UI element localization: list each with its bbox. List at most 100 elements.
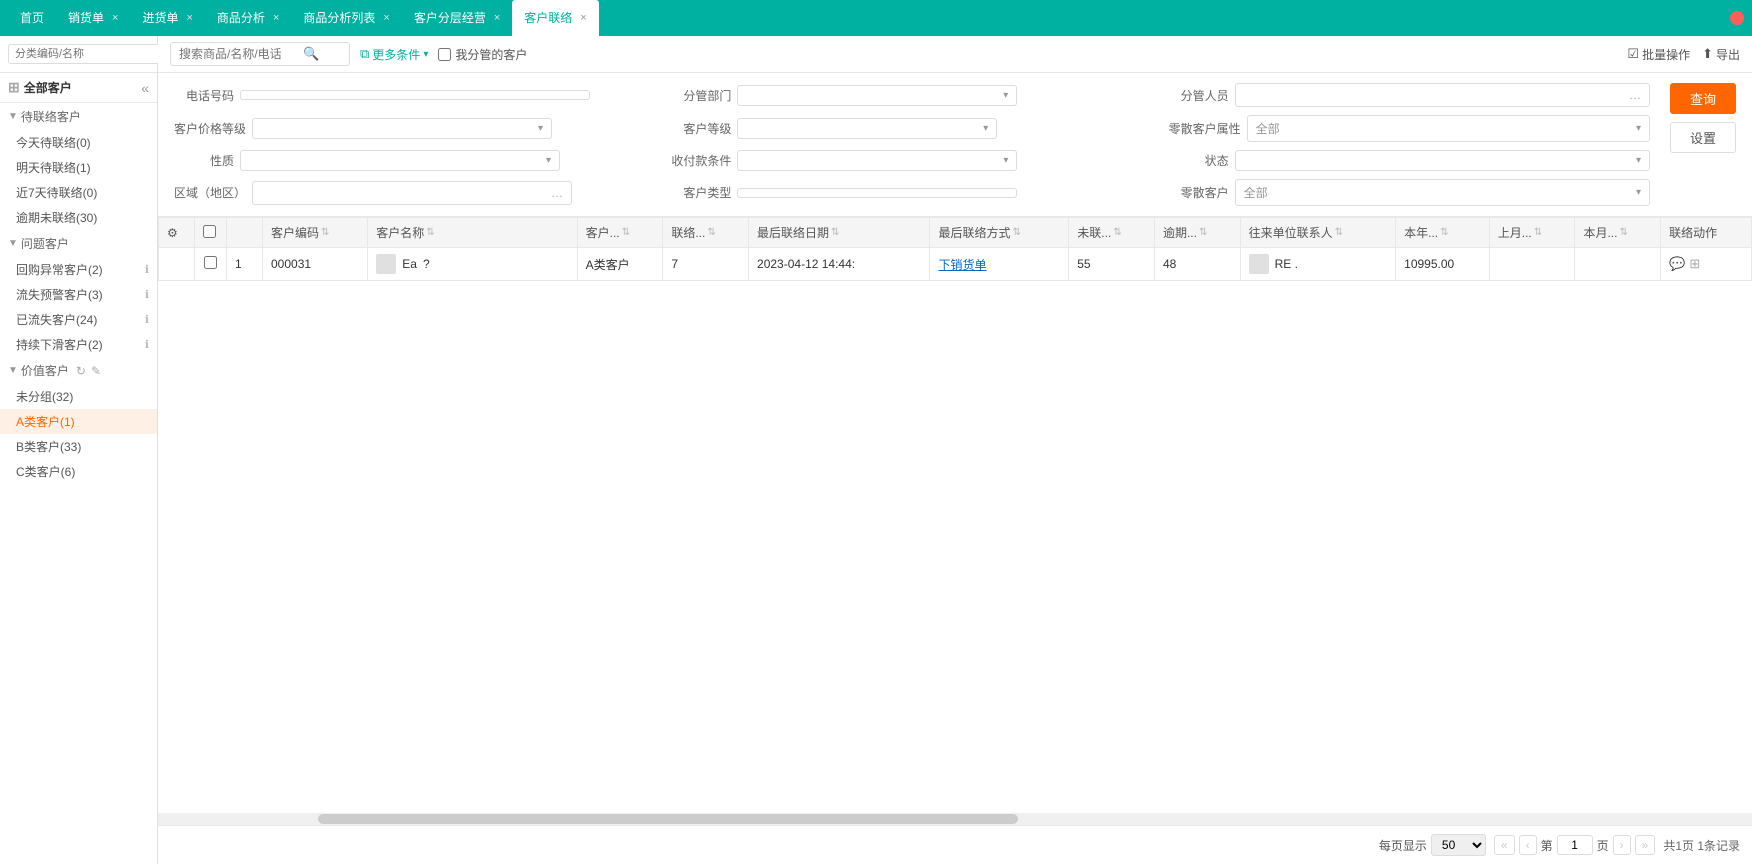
first-page-btn[interactable]: «: [1494, 835, 1515, 855]
page-size-select[interactable]: 10 20 50 100: [1431, 834, 1486, 856]
qr-action-icon[interactable]: ⊞: [1689, 256, 1700, 272]
filter-payment-select[interactable]: ▾: [737, 150, 1017, 171]
table-header-row: ⚙ 客户编码 ⇅: [159, 218, 1752, 248]
sidebar-item-c-class[interactable]: C类客户(6): [0, 459, 157, 484]
td-overdue: 48: [1154, 248, 1240, 281]
next-page-btn[interactable]: ›: [1613, 835, 1631, 855]
filter-status-select[interactable]: ▾: [1235, 150, 1650, 171]
my-customers-checkbox-container[interactable]: 我分管的客户: [438, 46, 527, 63]
sidebar-item-b-class[interactable]: B类客户(33): [0, 434, 157, 459]
select-all-checkbox[interactable]: [203, 225, 216, 238]
sidebar-item-today[interactable]: 今天待联络(0): [0, 130, 157, 155]
th-contact[interactable]: 联络... ⇅: [663, 218, 749, 248]
nav-analysis-close[interactable]: ×: [273, 0, 279, 36]
td-last-contact-method[interactable]: 下销货单: [930, 248, 1069, 281]
nav-purchase-close[interactable]: ×: [186, 0, 192, 36]
status-chevron-icon: ▾: [1636, 155, 1641, 166]
filter-manager-select[interactable]: …: [1235, 83, 1650, 107]
table-scrollbar[interactable]: [158, 813, 1752, 825]
refresh-icon[interactable]: ↻: [76, 364, 86, 378]
prev-page-btn[interactable]: ‹: [1519, 835, 1537, 855]
th-no-contact[interactable]: 未联... ⇅: [1069, 218, 1155, 248]
th-last-contact-date[interactable]: 最后联络日期 ⇅: [749, 218, 930, 248]
th-check[interactable]: [195, 218, 227, 248]
my-customers-checkbox[interactable]: [438, 48, 451, 61]
filter-retail-attr-select[interactable]: 全部 ▾: [1247, 115, 1650, 142]
nav-analysis-list[interactable]: 商品分析列表 ×: [291, 0, 401, 36]
sort-icon-visits: ⇅: [1335, 227, 1343, 238]
filter-price-level-select[interactable]: ▾: [252, 118, 552, 139]
main-search-input[interactable]: [179, 47, 299, 61]
filter-region-select[interactable]: …: [252, 181, 572, 205]
sidebar-item-repurchase-abnormal[interactable]: 回购异常客户(2) ℹ: [0, 257, 157, 282]
th-visits[interactable]: 往来单位联系人 ⇅: [1240, 218, 1396, 248]
sidebar-section-pending-title[interactable]: ▼ 待联络客户: [0, 103, 157, 130]
nav-analysis[interactable]: 商品分析 ×: [205, 0, 291, 36]
filter-retail-customer-select[interactable]: 全部 ▾: [1235, 179, 1650, 206]
nature-chevron-icon: ▾: [546, 155, 551, 166]
nav-customer-contact[interactable]: 客户联络 ×: [512, 0, 598, 36]
total-label: 共1页 1条记录: [1663, 837, 1740, 854]
th-name[interactable]: 客户名称 ⇅: [368, 218, 577, 248]
window-close-btn[interactable]: [1730, 11, 1744, 25]
nav-customer-segment-close[interactable]: ×: [494, 0, 500, 36]
sidebar-item-tomorrow[interactable]: 明天待联络(1): [0, 155, 157, 180]
contact-method-link[interactable]: 下销货单: [938, 258, 986, 272]
triangle-icon-3: ▼: [8, 365, 18, 376]
th-this-month[interactable]: 本月... ⇅: [1575, 218, 1661, 248]
nav-customer-segment[interactable]: 客户分层经营 ×: [402, 0, 512, 36]
sidebar-section-problem-title[interactable]: ▼ 问题客户: [0, 230, 157, 257]
sidebar-section-value-title[interactable]: ▼ 价值客户 ↻ ✎: [0, 357, 157, 384]
nav-analysis-list-close[interactable]: ×: [383, 0, 389, 36]
nav-home[interactable]: 首页: [8, 0, 56, 36]
th-customer-type[interactable]: 客户... ⇅: [577, 218, 663, 248]
sidebar-item-loss-warning[interactable]: 流失预警客户(3) ℹ: [0, 282, 157, 307]
scrollbar-thumb[interactable]: [318, 814, 1018, 824]
td-check[interactable]: [195, 248, 227, 281]
sidebar-grid-icon: ⊞: [8, 79, 20, 96]
edit-icon[interactable]: ✎: [91, 364, 101, 378]
nav-sales-close[interactable]: ×: [112, 0, 118, 36]
sidebar-item-lost[interactable]: 已流失客户(24) ℹ: [0, 307, 157, 332]
filter-dept-select[interactable]: ▾: [737, 85, 1017, 106]
sidebar-item-seven-days[interactable]: 近7天待联络(0): [0, 180, 157, 205]
sidebar-item-a-class[interactable]: A类客户(1): [0, 409, 157, 434]
filter-nature: 性质 ▾: [174, 150, 655, 171]
th-code[interactable]: 客户编码 ⇅: [263, 218, 368, 248]
batch-op-btn[interactable]: ☑ 批量操作: [1627, 46, 1690, 63]
main-search-icon[interactable]: 🔍: [303, 46, 319, 62]
nav-customer-contact-close[interactable]: ×: [580, 0, 586, 36]
filter-customer-level-select[interactable]: ▾: [737, 118, 997, 139]
filter-phone-input[interactable]: [240, 90, 590, 100]
nav-sales[interactable]: 销货单 ×: [56, 0, 130, 36]
export-btn[interactable]: ⬆ 导出: [1702, 46, 1740, 63]
th-gear[interactable]: ⚙: [159, 218, 195, 248]
sort-icon-contact: ⇅: [707, 227, 715, 238]
sidebar-collapse-btn[interactable]: «: [141, 80, 149, 96]
sidebar-search-input[interactable]: [8, 44, 164, 64]
filter-panel: 电话号码 分管部门 ▾: [158, 73, 1752, 217]
page-number-input[interactable]: [1557, 835, 1593, 855]
page-label: 第: [1541, 837, 1553, 854]
filter-btn[interactable]: ⧉ 更多条件 ▾: [360, 46, 428, 63]
sidebar-item-overdue[interactable]: 逾期未联络(30): [0, 205, 157, 230]
nav-purchase[interactable]: 进货单 ×: [130, 0, 204, 36]
th-last-contact-method[interactable]: 最后联络方式 ⇅: [930, 218, 1069, 248]
settings-btn[interactable]: 设置: [1670, 122, 1736, 153]
sidebar-item-ungrouped[interactable]: 未分组(32): [0, 384, 157, 409]
th-overdue[interactable]: 逾期... ⇅: [1154, 218, 1240, 248]
last-page-btn[interactable]: »: [1635, 835, 1656, 855]
filter-status-label: 状态: [1169, 152, 1229, 169]
th-this-year[interactable]: 本年... ⇅: [1396, 218, 1490, 248]
filter-nature-select[interactable]: ▾: [240, 150, 560, 171]
sidebar-item-continuous-decline[interactable]: 持续下滑客户(2) ℹ: [0, 332, 157, 357]
row-checkbox[interactable]: [204, 256, 217, 269]
manager-dots-icon[interactable]: …: [1629, 88, 1641, 102]
table-scroll[interactable]: ⚙ 客户编码 ⇅: [158, 217, 1752, 813]
sort-icon-method: ⇅: [1013, 227, 1021, 238]
th-last-month[interactable]: 上月... ⇅: [1489, 218, 1575, 248]
region-dots-icon[interactable]: …: [551, 186, 563, 200]
query-btn[interactable]: 查询: [1670, 83, 1736, 114]
comment-action-icon[interactable]: 💬: [1669, 256, 1685, 272]
filter-customer-type-select[interactable]: [737, 188, 1017, 198]
